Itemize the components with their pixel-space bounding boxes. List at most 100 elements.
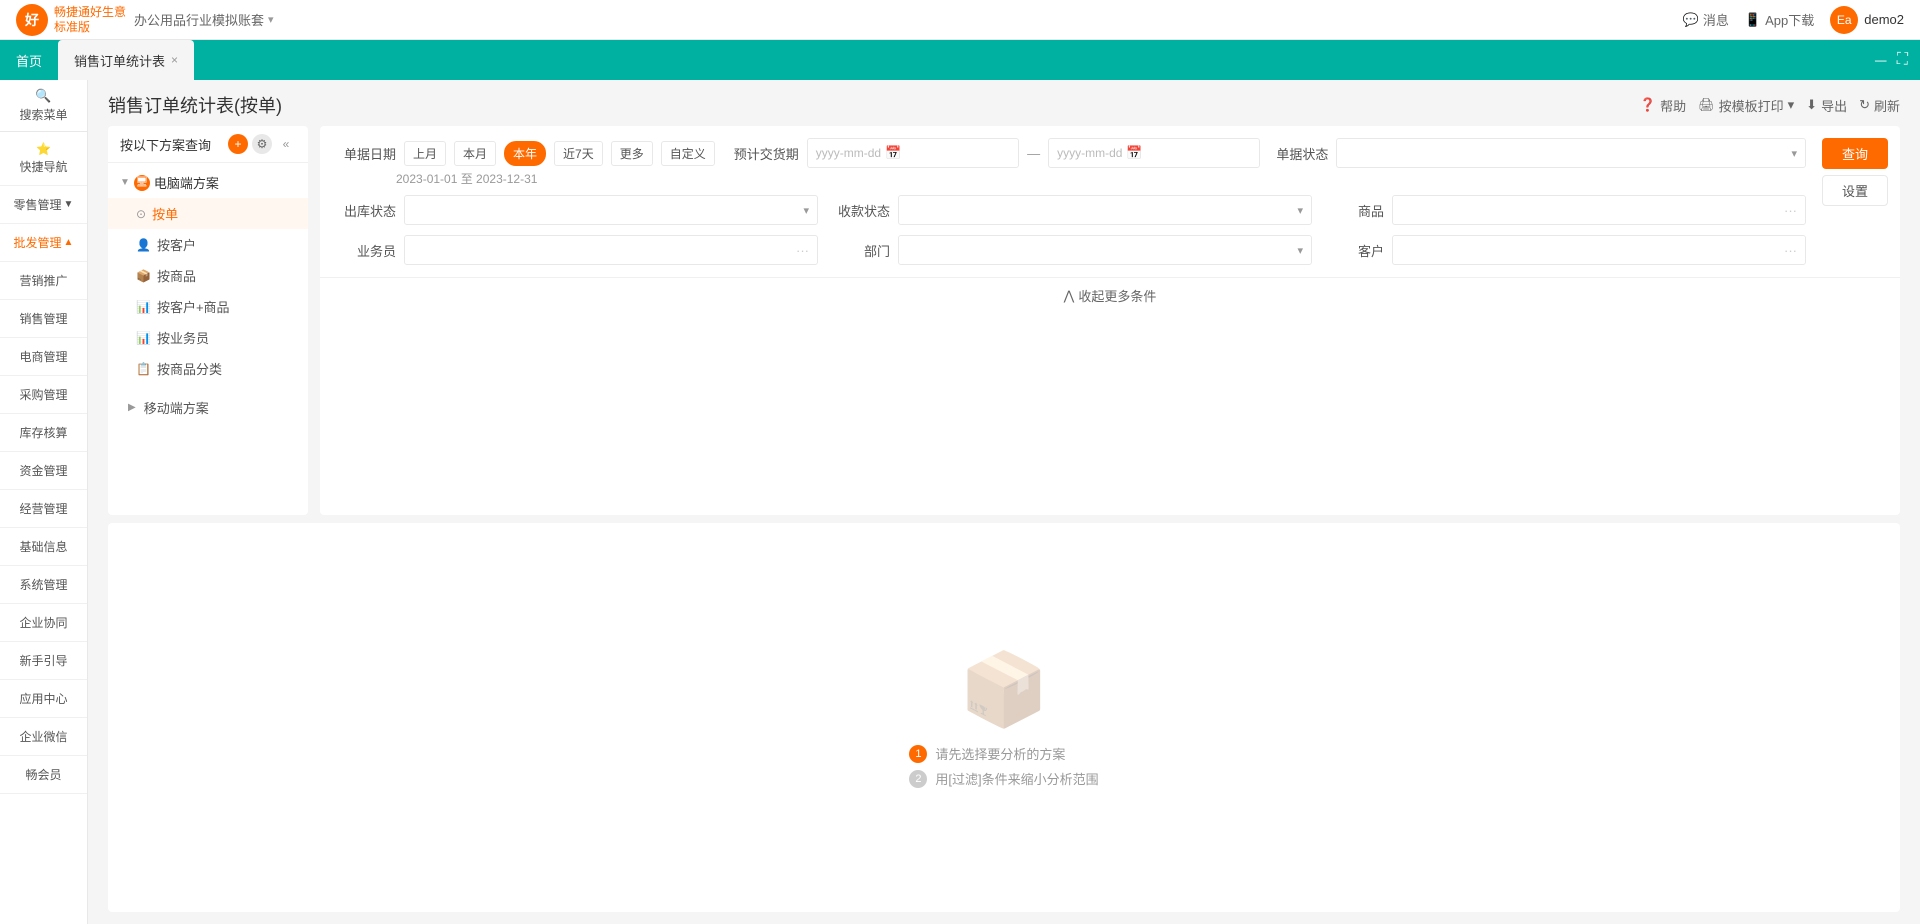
messages-button[interactable]: 💬 消息: [1683, 10, 1729, 29]
scheme-group-icon: 🖥: [134, 175, 150, 191]
user-area[interactable]: Ea demo2: [1830, 6, 1904, 34]
tab-home[interactable]: 首页: [0, 40, 58, 80]
customer-input[interactable]: ···: [1392, 235, 1806, 265]
sidebar-item-membership[interactable]: 畅会员: [0, 756, 87, 794]
delivery-select[interactable]: ▾: [404, 195, 818, 225]
filter-row-2: 出库状态 ▾ 收款状态 ▾: [336, 195, 1806, 225]
sidebar-item-collab[interactable]: 企业协同: [0, 604, 87, 642]
tab-bar-right: － ⛶: [1873, 48, 1920, 72]
message-icon: 💬: [1683, 12, 1699, 28]
inner-layout: 按以下方案查询 + ⚙ « ▼ 🖥 电脑端方案 ⊙ 按单: [88, 118, 1920, 515]
title-dropdown-icon: ▾: [268, 13, 274, 26]
department-group: 部门 ▾: [830, 235, 1312, 265]
collapse-icon: ⋀: [1064, 288, 1075, 304]
sidebar-item-operations[interactable]: 经营管理: [0, 490, 87, 528]
tab-sales-stats[interactable]: 销售订单统计表 ×: [58, 40, 194, 80]
filter-row-3: 业务员 ··· 部门 ▾: [336, 235, 1806, 265]
filter-fields-area: 单据日期 上月 本月 本年 近7天 更多 自定义: [320, 126, 1822, 277]
scheme-collapse-button[interactable]: «: [276, 134, 296, 154]
salesman-label: 业务员: [336, 241, 396, 260]
expected-date-group: 预计交货期 yyyy-mm-dd 📅 — yyyy-mm-dd 📅: [727, 138, 1261, 168]
scheme-add-button[interactable]: +: [228, 134, 248, 154]
expected-date-from[interactable]: yyyy-mm-dd 📅: [807, 138, 1019, 168]
scheme-item-icon-salesman: 📊: [136, 331, 151, 345]
top-bar-title[interactable]: 办公用品行业模拟账套 ▾: [134, 10, 274, 29]
goods-input[interactable]: ···: [1392, 195, 1806, 225]
search-icon: 🔍: [35, 88, 51, 104]
sidebar-item-system[interactable]: 系统管理: [0, 566, 87, 604]
salesman-dots: ···: [796, 243, 809, 258]
date-btn-thismonth[interactable]: 本月: [454, 141, 496, 166]
tab-close-icon[interactable]: ×: [171, 53, 178, 67]
page-title: 销售订单统计表(按单): [108, 92, 282, 118]
refresh-button[interactable]: ↻ 刷新: [1859, 96, 1900, 115]
sidebar-item-retail[interactable]: 零售管理 ▼: [0, 186, 87, 224]
print-button[interactable]: 🖨 按模板打印 ▾: [1698, 96, 1794, 115]
payment-select[interactable]: ▾: [898, 195, 1312, 225]
department-label: 部门: [830, 241, 890, 260]
calendar-icon-2: 📅: [1126, 145, 1142, 161]
scheme-item-by-customer-goods[interactable]: 📊 按客户+商品: [108, 291, 308, 322]
sidebar-item-inventory[interactable]: 库存核算: [0, 414, 87, 452]
avatar: Ea: [1830, 6, 1858, 34]
sidebar-item-appcenter[interactable]: 应用中心: [0, 680, 87, 718]
scheme-pc-group: ▼ 🖥 电脑端方案 ⊙ 按单 👤 按客户 📦 按商品: [108, 163, 308, 388]
sidebar-item-shortcut[interactable]: ⭐ 快捷导航: [0, 132, 87, 186]
scheme-item-by-goods[interactable]: 📦 按商品: [108, 260, 308, 291]
app-download-button[interactable]: 📱 App下载: [1745, 10, 1814, 29]
logo-icon: 好: [16, 4, 48, 36]
department-select[interactable]: ▾: [898, 235, 1312, 265]
delivery-status-group: 出库状态 ▾: [336, 195, 818, 225]
date-btn-custom[interactable]: 自定义: [661, 141, 715, 166]
empty-steps: 1 请先选择要分析的方案 2 用[过滤]条件来缩小分析范围: [909, 744, 1098, 788]
query-button[interactable]: 查询: [1822, 138, 1888, 169]
payment-status-group: 收款状态 ▾: [830, 195, 1312, 225]
expected-date-to[interactable]: yyyy-mm-dd 📅: [1048, 138, 1260, 168]
sidebar-item-wholesale[interactable]: 批发管理 ▲: [0, 224, 87, 262]
date-btn-thisyear[interactable]: 本年: [504, 141, 546, 166]
scheme-item-by-customer[interactable]: 👤 按客户: [108, 229, 308, 260]
sidebar-item-ecommerce[interactable]: 电商管理: [0, 338, 87, 376]
step-num-2: 2: [909, 770, 927, 788]
sidebar-item-finance[interactable]: 资金管理: [0, 452, 87, 490]
date-btn-more[interactable]: 更多: [611, 141, 653, 166]
logo-text: 畅捷通好生意 标准版: [54, 5, 126, 34]
scheme-edit-button[interactable]: ⚙: [252, 134, 272, 154]
scheme-group-pc-header[interactable]: ▼ 🖥 电脑端方案: [108, 167, 308, 198]
sidebar-item-marketing[interactable]: 营销推广: [0, 262, 87, 300]
help-button[interactable]: ❓ 帮助: [1640, 96, 1686, 115]
sidebar: 🔍 搜索菜单 ⭐ 快捷导航 零售管理 ▼ 批发管理 ▲ 营销推广 销售管理 电商…: [0, 80, 88, 924]
scheme-mobile-group-header[interactable]: ▶ 移动端方案: [108, 392, 308, 423]
customer-group: 客户 ···: [1324, 235, 1806, 265]
date-btn-7days[interactable]: 近7天: [554, 141, 603, 166]
tab-maximize-icon[interactable]: ⛶: [1897, 51, 1908, 69]
main-layout: 🔍 搜索菜单 ⭐ 快捷导航 零售管理 ▼ 批发管理 ▲ 营销推广 销售管理 电商…: [0, 80, 1920, 924]
date-range-text: 2023-01-01 至 2023-12-31: [336, 170, 1806, 187]
sidebar-search[interactable]: 🔍 搜索菜单: [0, 80, 87, 132]
sidebar-item-purchase[interactable]: 采购管理: [0, 376, 87, 414]
sidebar-item-wechat[interactable]: 企业微信: [0, 718, 87, 756]
sidebar-item-sales[interactable]: 销售管理: [0, 300, 87, 338]
top-bar-right: 💬 消息 📱 App下载 Ea demo2: [1683, 6, 1904, 34]
collapse-bar[interactable]: ⋀ 收起更多条件: [320, 277, 1900, 313]
tab-minimize-icon[interactable]: －: [1873, 48, 1889, 72]
sidebar-item-basicinfo[interactable]: 基础信息: [0, 528, 87, 566]
top-bar: 好 畅捷通好生意 标准版 办公用品行业模拟账套 ▾ 💬 消息 📱 App下载 E…: [0, 0, 1920, 40]
status-select[interactable]: ▾: [1336, 138, 1806, 168]
date-label: 单据日期: [336, 144, 396, 163]
filter-row-1: 单据日期 上月 本月 本年 近7天 更多 自定义: [336, 138, 1806, 168]
date-btn-lastmonth[interactable]: 上月: [404, 141, 446, 166]
scheme-item-by-salesman[interactable]: 📊 按业务员: [108, 322, 308, 353]
salesman-group: 业务员 ···: [336, 235, 818, 265]
setting-button[interactable]: 设置: [1822, 175, 1888, 206]
calendar-icon-1: 📅: [885, 145, 901, 161]
sidebar-item-newbie[interactable]: 新手引导: [0, 642, 87, 680]
export-button[interactable]: ⬇ 导出: [1806, 96, 1847, 115]
goods-group: 商品 ···: [1324, 195, 1806, 225]
salesman-input[interactable]: ···: [404, 235, 818, 265]
scheme-item-by-category[interactable]: 📋 按商品分类: [108, 353, 308, 384]
scheme-item-by-order[interactable]: ⊙ 按单: [108, 198, 308, 229]
goods-label: 商品: [1324, 201, 1384, 220]
shortcut-icon: ⭐: [36, 142, 51, 156]
content-area: 销售订单统计表(按单) ❓ 帮助 🖨 按模板打印 ▾ ⬇ 导出 ↻ 刷新: [88, 80, 1920, 924]
